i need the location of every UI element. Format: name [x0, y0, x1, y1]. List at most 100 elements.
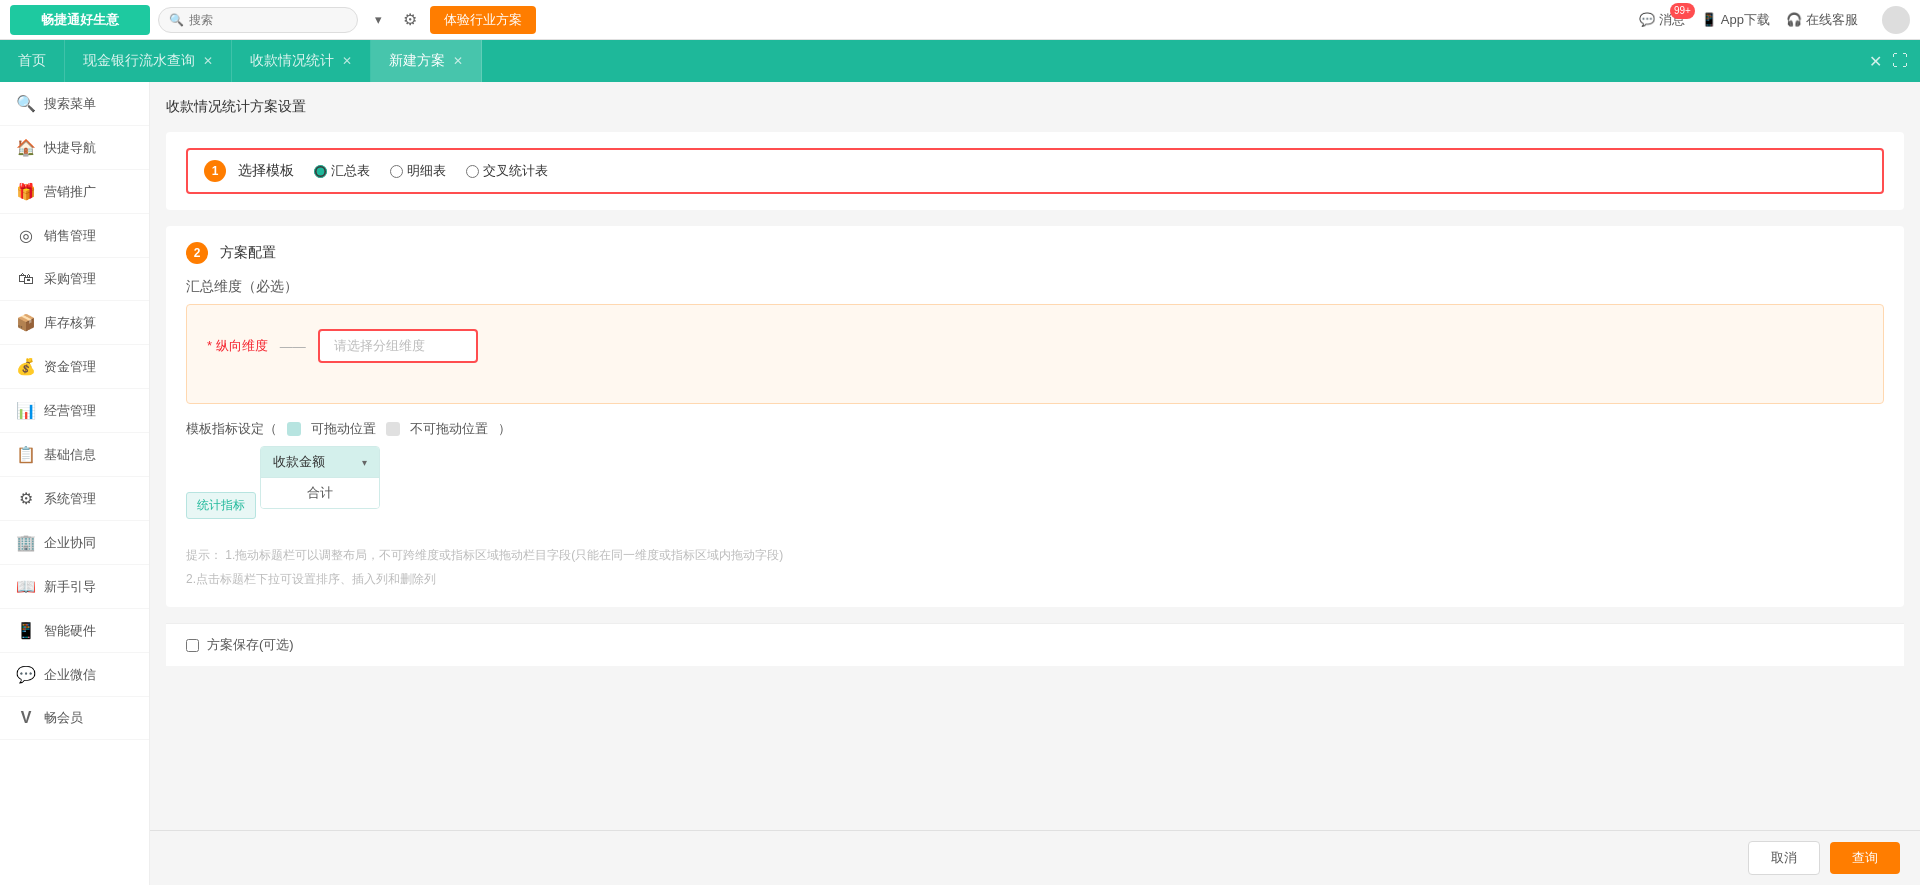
- col-dropdown-icon[interactable]: ▾: [362, 457, 367, 468]
- sidebar-item-finance[interactable]: 💰 资金管理: [0, 345, 149, 389]
- radio-summary-label: 汇总表: [331, 162, 370, 180]
- step2-header: 2 方案配置: [186, 242, 1884, 264]
- close-paren: ）: [498, 420, 511, 438]
- wechat-icon: 💬: [16, 665, 36, 684]
- member-icon: V: [16, 709, 36, 727]
- online-service-button[interactable]: 🎧 在线客服: [1786, 11, 1858, 29]
- draggable-label: 可拖动位置: [311, 420, 376, 438]
- trial-button[interactable]: 体验行业方案: [430, 6, 536, 34]
- save-section: 方案保存(可选): [166, 623, 1904, 666]
- tips-line1: 提示： 1.拖动标题栏可以调整布局，不可跨维度或指标区域拖动栏目字段(只能在同一…: [186, 543, 1884, 567]
- radio-detail[interactable]: 明细表: [390, 162, 446, 180]
- metrics-section: 模板指标设定（ 可拖动位置 不可拖动位置 ） 统计指标 收款金额 ▾: [186, 420, 1884, 523]
- tab-bank-flow-close[interactable]: ✕: [203, 54, 213, 68]
- sidebar-item-sales[interactable]: ◎ 销售管理: [0, 214, 149, 258]
- page-content: 收款情况统计方案设置 1 选择模板 汇总表 明细表: [150, 82, 1920, 830]
- search-icon: 🔍: [169, 13, 184, 27]
- message-button[interactable]: 💬 消息 99+: [1639, 11, 1685, 29]
- sidebar-item-label: 企业协同: [44, 534, 96, 552]
- sidebar-item-quick-nav[interactable]: 🏠 快捷导航: [0, 126, 149, 170]
- sidebar-item-smart-hw[interactable]: 📱 智能硬件: [0, 609, 149, 653]
- system-icon: ⚙: [16, 489, 36, 508]
- top-bar-right: 💬 消息 99+ 📱 App下载 🎧 在线客服: [1639, 6, 1910, 34]
- search-bar[interactable]: 🔍: [158, 7, 358, 33]
- sidebar-item-label: 快捷导航: [44, 139, 96, 157]
- step2-section: 2 方案配置 汇总维度（必选） * 纵向维度 —— 请选择分组维度 模板指标设定…: [166, 226, 1904, 607]
- nav-tab-actions: ✕ ⛶: [1869, 52, 1920, 71]
- window-maximize-icon[interactable]: ⛶: [1892, 52, 1908, 70]
- tab-bank-flow-label: 现金银行流水查询: [83, 52, 195, 70]
- tab-collection-stat-label: 收款情况统计: [250, 52, 334, 70]
- app-download-button[interactable]: 📱 App下载: [1701, 11, 1770, 29]
- sidebar-item-wechat[interactable]: 💬 企业微信: [0, 653, 149, 697]
- tips-line2: 2.点击标题栏下拉可设置排序、插入列和删除列: [186, 567, 1884, 591]
- tab-home-label: 首页: [18, 52, 46, 70]
- search-icon: 🔍: [16, 94, 36, 113]
- metrics-table-header[interactable]: 收款金额 ▾: [261, 447, 379, 477]
- sidebar-item-label: 采购管理: [44, 270, 96, 288]
- nav-tabs: 首页 现金银行流水查询 ✕ 收款情况统计 ✕ 新建方案 ✕ ✕ ⛶: [0, 40, 1920, 82]
- enterprise-icon: 🏢: [16, 533, 36, 552]
- sidebar-item-label: 经营管理: [44, 402, 96, 420]
- non-draggable-indicator: [386, 422, 400, 436]
- step1-label: 选择模板: [238, 162, 294, 180]
- tab-new-plan-close[interactable]: ✕: [453, 54, 463, 68]
- top-bar: 畅捷通好生意 🔍 ▾ ⚙ 体验行业方案 💬 消息 99+ 📱 App下载 🎧 在…: [0, 0, 1920, 40]
- step2-label: 方案配置: [220, 244, 276, 262]
- sidebar-item-marketing[interactable]: 🎁 营销推广: [0, 170, 149, 214]
- metrics-section-label: 统计指标: [186, 492, 256, 519]
- sidebar-item-business[interactable]: 📊 经营管理: [0, 389, 149, 433]
- tab-collection-stat-close[interactable]: ✕: [342, 54, 352, 68]
- sidebar-item-label: 基础信息: [44, 446, 96, 464]
- metrics-table-area: 统计指标 收款金额 ▾ 合计: [186, 446, 1884, 523]
- dimension-row-label: * 纵向维度: [207, 337, 268, 355]
- step1-section: 1 选择模板 汇总表 明细表 交叉统计表: [166, 132, 1904, 210]
- dimension-title: 汇总维度（必选）: [186, 278, 1884, 296]
- sidebar: 🔍 搜索菜单 🏠 快捷导航 🎁 营销推广 ◎ 销售管理 🛍 采购管理 📦 库存核…: [0, 82, 150, 885]
- save-checkbox[interactable]: [186, 639, 199, 652]
- home-icon: 🏠: [16, 138, 36, 157]
- sidebar-item-enterprise[interactable]: 🏢 企业协同: [0, 521, 149, 565]
- sidebar-item-label: 资金管理: [44, 358, 96, 376]
- radio-cross-input[interactable]: [466, 165, 479, 178]
- save-label: 方案保存(可选): [207, 636, 294, 654]
- sidebar-item-label: 智能硬件: [44, 622, 96, 640]
- sidebar-item-label: 企业微信: [44, 666, 96, 684]
- sidebar-item-member[interactable]: V 畅会员: [0, 697, 149, 740]
- search-dropdown-button[interactable]: ▾: [366, 8, 390, 32]
- tab-collection-stat[interactable]: 收款情况统计 ✕: [232, 40, 371, 82]
- tab-home[interactable]: 首页: [0, 40, 65, 82]
- sidebar-item-inventory[interactable]: 📦 库存核算: [0, 301, 149, 345]
- content-area: 收款情况统计方案设置 1 选择模板 汇总表 明细表: [150, 82, 1920, 885]
- sidebar-item-search-menu[interactable]: 🔍 搜索菜单: [0, 82, 149, 126]
- settings-button[interactable]: ⚙: [398, 8, 422, 32]
- dimension-select[interactable]: 请选择分组维度: [318, 329, 478, 363]
- sidebar-item-guide[interactable]: 📖 新手引导: [0, 565, 149, 609]
- logo: 畅捷通好生意: [10, 5, 150, 35]
- sidebar-item-label: 销售管理: [44, 227, 96, 245]
- query-button[interactable]: 查询: [1830, 842, 1900, 874]
- radio-summary[interactable]: 汇总表: [314, 162, 370, 180]
- window-close-icon[interactable]: ✕: [1869, 52, 1882, 71]
- radio-cross[interactable]: 交叉统计表: [466, 162, 548, 180]
- avatar[interactable]: [1882, 6, 1910, 34]
- service-label: 在线客服: [1806, 11, 1858, 29]
- radio-detail-label: 明细表: [407, 162, 446, 180]
- sidebar-item-basic-info[interactable]: 📋 基础信息: [0, 433, 149, 477]
- dimension-row: * 纵向维度 —— 请选择分组维度: [207, 329, 1863, 363]
- search-input[interactable]: [189, 13, 347, 27]
- gift-icon: 🎁: [16, 182, 36, 201]
- logo-text: 畅捷通好生意: [41, 11, 119, 29]
- tab-bank-flow[interactable]: 现金银行流水查询 ✕: [65, 40, 232, 82]
- sidebar-item-system[interactable]: ⚙ 系统管理: [0, 477, 149, 521]
- radio-summary-input[interactable]: [314, 165, 327, 178]
- tab-new-plan[interactable]: 新建方案 ✕: [371, 40, 482, 82]
- breadcrumb: 收款情况统计方案设置: [166, 98, 1904, 116]
- clipboard-icon: 📋: [16, 445, 36, 464]
- sidebar-item-purchase[interactable]: 🛍 采购管理: [0, 258, 149, 301]
- radio-detail-input[interactable]: [390, 165, 403, 178]
- draggable-indicator: [287, 422, 301, 436]
- purchase-icon: 🛍: [16, 270, 36, 288]
- sidebar-item-label: 畅会员: [44, 709, 83, 727]
- cancel-button[interactable]: 取消: [1748, 841, 1820, 875]
